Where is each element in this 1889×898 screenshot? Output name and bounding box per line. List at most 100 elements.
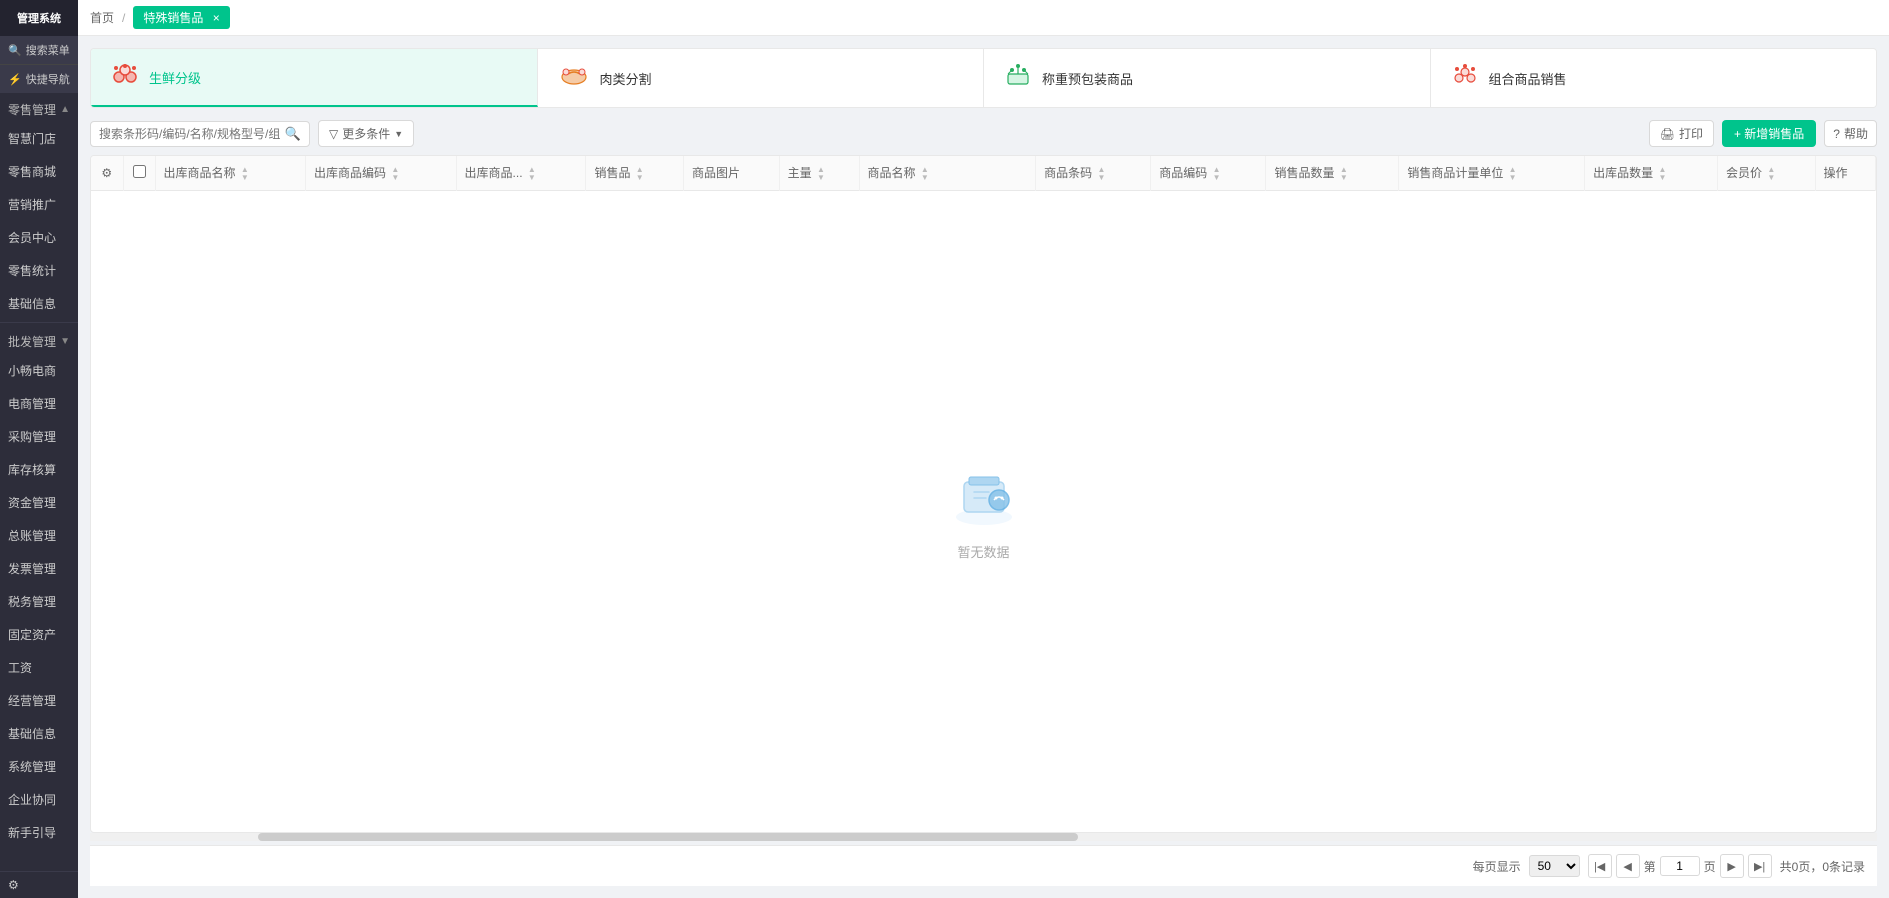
sidebar-item-collab[interactable]: 企业协同 xyxy=(0,783,78,816)
empty-icon xyxy=(944,462,1024,532)
filter-button[interactable]: ▽ 更多条件 ▼ xyxy=(318,120,414,147)
th-out-spec: 出库商品... ▲▼ xyxy=(456,156,586,190)
th-operation: 操作 xyxy=(1815,156,1875,190)
sidebar-item-member-center[interactable]: 会员中心 xyxy=(0,221,78,254)
sidebar-section-wholesale: 批发管理 ▼ xyxy=(0,325,78,354)
first-page-button[interactable]: |◀ xyxy=(1588,854,1612,878)
sidebar-item-newbie[interactable]: 新手引导 xyxy=(0,816,78,849)
tab-combo-sales[interactable]: 组合商品销售 xyxy=(1431,49,1877,107)
sort-icon[interactable]: ▲▼ xyxy=(528,166,536,182)
sidebar-item-inventory[interactable]: 库存核算 xyxy=(0,453,78,486)
add-sales-item-button[interactable]: + 新增销售品 xyxy=(1722,120,1816,147)
prev-page-button[interactable]: ◀ xyxy=(1616,854,1640,878)
sort-icon[interactable]: ▲▼ xyxy=(391,166,399,182)
sidebar-search[interactable]: 🔍 搜索菜单 xyxy=(0,36,78,64)
filter-icon: ▽ xyxy=(329,127,338,141)
sidebar-item-payroll[interactable]: 工资 xyxy=(0,651,78,684)
meat-cut-icon xyxy=(558,64,590,92)
toolbar-left: 🔍 ▽ 更多条件 ▼ xyxy=(90,120,414,147)
chevron-down-icon: ▼ xyxy=(394,129,403,139)
next-page-button[interactable]: ▶ xyxy=(1720,854,1744,878)
last-page-button[interactable]: ▶| xyxy=(1748,854,1772,878)
search-input[interactable] xyxy=(99,127,281,141)
sidebar-item-system[interactable]: 系统管理 xyxy=(0,750,78,783)
sidebar-item-ecommerce[interactable]: 小畅电商 xyxy=(0,354,78,387)
th-settings[interactable]: ⚙ xyxy=(91,156,123,190)
sidebar-quick-nav[interactable]: ⚡ 快捷导航 xyxy=(0,64,78,93)
sort-icon[interactable]: ▲▼ xyxy=(817,166,825,182)
th-sales-item: 销售品 ▲▼ xyxy=(586,156,684,190)
sidebar-item-finance[interactable]: 资金管理 xyxy=(0,486,78,519)
sidebar-group-retail[interactable]: 零售管理 ▲ xyxy=(0,93,78,122)
th-out-code: 出库商品编码 ▲▼ xyxy=(306,156,457,190)
sidebar-item-marketing[interactable]: 营销推广 xyxy=(0,188,78,221)
sort-icon[interactable]: ▲▼ xyxy=(1097,166,1105,182)
main-content: 首页 / 特殊销售品 × xyxy=(78,0,1889,898)
sidebar-item-retail-mall[interactable]: 零售商城 xyxy=(0,155,78,188)
search-icon: 🔍 xyxy=(8,44,22,57)
sort-icon[interactable]: ▲▼ xyxy=(241,166,249,182)
select-all-checkbox[interactable] xyxy=(133,165,146,178)
sidebar-section-retail: 零售管理 ▲ 智慧门店 零售商城 营销推广 会员中心 零售统计 基础信息 xyxy=(0,93,78,320)
content-area: 生鲜分级 肉类分割 xyxy=(78,36,1889,898)
sidebar-item-ecom-manage[interactable]: 电商管理 xyxy=(0,387,78,420)
page-input[interactable] xyxy=(1660,856,1700,876)
sort-icon[interactable]: ▲▼ xyxy=(1213,166,1221,182)
sidebar-settings[interactable]: ⚙ xyxy=(0,871,78,898)
tab-card-container: 生鲜分级 肉类分割 xyxy=(90,48,1877,108)
fresh-grade-label: 生鲜分级 xyxy=(149,68,201,87)
table: ⚙ 出库商品名称 ▲▼ 出库商品编码 ▲▼ 出库 xyxy=(91,156,1876,191)
tab-meat-cut[interactable]: 肉类分割 xyxy=(538,49,985,107)
quick-nav-icon: ⚡ xyxy=(8,73,22,86)
breadcrumb-home[interactable]: 首页 xyxy=(90,9,114,26)
tab-close-icon[interactable]: × xyxy=(213,11,220,25)
sidebar-item-basic-info2[interactable]: 基础信息 xyxy=(0,717,78,750)
scrollbar-thumb[interactable] xyxy=(258,833,1078,841)
page-label: 第 xyxy=(1644,858,1656,875)
sidebar-item-retail-stats[interactable]: 零售统计 xyxy=(0,254,78,287)
th-checkbox[interactable] xyxy=(123,156,155,190)
per-page-select[interactable]: 50 10 20 100 xyxy=(1529,855,1580,877)
sidebar-item-basic-info[interactable]: 基础信息 xyxy=(0,287,78,320)
total-label: 共0页，0条记录 xyxy=(1780,858,1865,875)
weight-prepack-icon xyxy=(1004,64,1032,92)
settings-icon: ⚙ xyxy=(8,878,19,892)
page-unit: 页 xyxy=(1704,858,1716,875)
tab-fresh-grade[interactable]: 生鲜分级 xyxy=(91,49,538,107)
sidebar: 管理系统 🔍 搜索菜单 ⚡ 快捷导航 零售管理 ▲ 智慧门店 零售商城 营销推广… xyxy=(0,0,78,898)
sidebar-group-wholesale[interactable]: 批发管理 ▼ xyxy=(0,325,78,354)
toolbar-right: 🖨 打印 + 新增销售品 ? 帮助 xyxy=(1649,120,1877,147)
sort-icon[interactable]: ▲▼ xyxy=(1340,166,1348,182)
sidebar-item-operations[interactable]: 经营管理 xyxy=(0,684,78,717)
breadcrumb-active[interactable]: 特殊销售品 × xyxy=(133,6,229,29)
help-button[interactable]: ? 帮助 xyxy=(1824,120,1877,147)
search-box[interactable]: 🔍 xyxy=(90,121,310,147)
empty-state: 暂无数据 xyxy=(91,191,1876,832)
sidebar-item-purchase[interactable]: 采购管理 xyxy=(0,420,78,453)
th-out-qty: 出库品数量 ▲▼ xyxy=(1585,156,1718,190)
meat-cut-label: 肉类分割 xyxy=(600,69,652,88)
sort-icon[interactable]: ▲▼ xyxy=(1509,166,1517,182)
sort-icon[interactable]: ▲▼ xyxy=(636,166,644,182)
print-button[interactable]: 🖨 打印 xyxy=(1649,120,1714,147)
sidebar-logo: 管理系统 xyxy=(0,0,78,36)
sidebar-item-smart-store[interactable]: 智慧门店 xyxy=(0,122,78,155)
sidebar-item-tax[interactable]: 税务管理 xyxy=(0,585,78,618)
search-icon: 🔍 xyxy=(285,126,301,142)
sort-icon[interactable]: ▲▼ xyxy=(921,166,929,182)
th-member-price: 会员价 ▲▼ xyxy=(1717,156,1815,190)
sort-icon[interactable]: ▲▼ xyxy=(1659,166,1667,182)
sidebar-item-invoice[interactable]: 发票管理 xyxy=(0,552,78,585)
table-header-row: ⚙ 出库商品名称 ▲▼ 出库商品编码 ▲▼ 出库 xyxy=(91,156,1876,190)
toolbar: 🔍 ▽ 更多条件 ▼ 🖨 打印 + 新增销售品 ? 帮助 xyxy=(90,120,1877,147)
th-sales-qty: 销售品数量 ▲▼ xyxy=(1266,156,1399,190)
per-page-label: 每页显示 xyxy=(1473,858,1521,875)
sidebar-item-ledger[interactable]: 总账管理 xyxy=(0,519,78,552)
th-out-name: 出库商品名称 ▲▼ xyxy=(155,156,306,190)
tab-weight-prepack[interactable]: 称重预包装商品 xyxy=(984,49,1431,107)
breadcrumb-sep: / xyxy=(122,11,125,25)
horizontal-scrollbar[interactable] xyxy=(90,833,1877,841)
sort-icon[interactable]: ▲▼ xyxy=(1767,166,1775,182)
sidebar-item-fixed-assets[interactable]: 固定资产 xyxy=(0,618,78,651)
th-goods-code: 商品编码 ▲▼ xyxy=(1151,156,1266,190)
